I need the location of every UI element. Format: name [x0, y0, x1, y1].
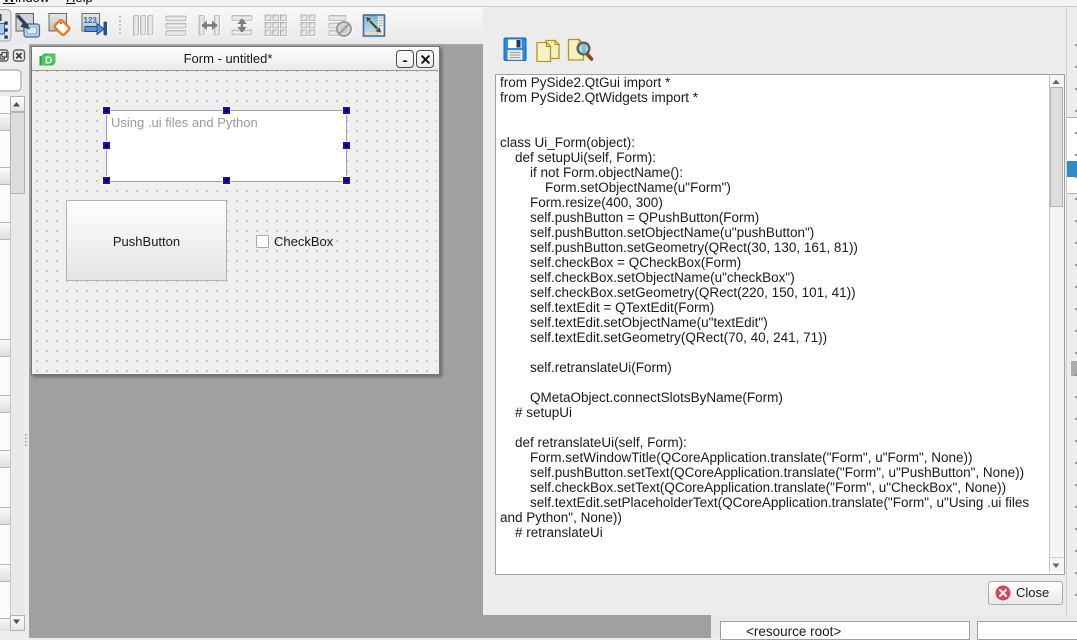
svg-text:123: 123	[84, 16, 98, 25]
